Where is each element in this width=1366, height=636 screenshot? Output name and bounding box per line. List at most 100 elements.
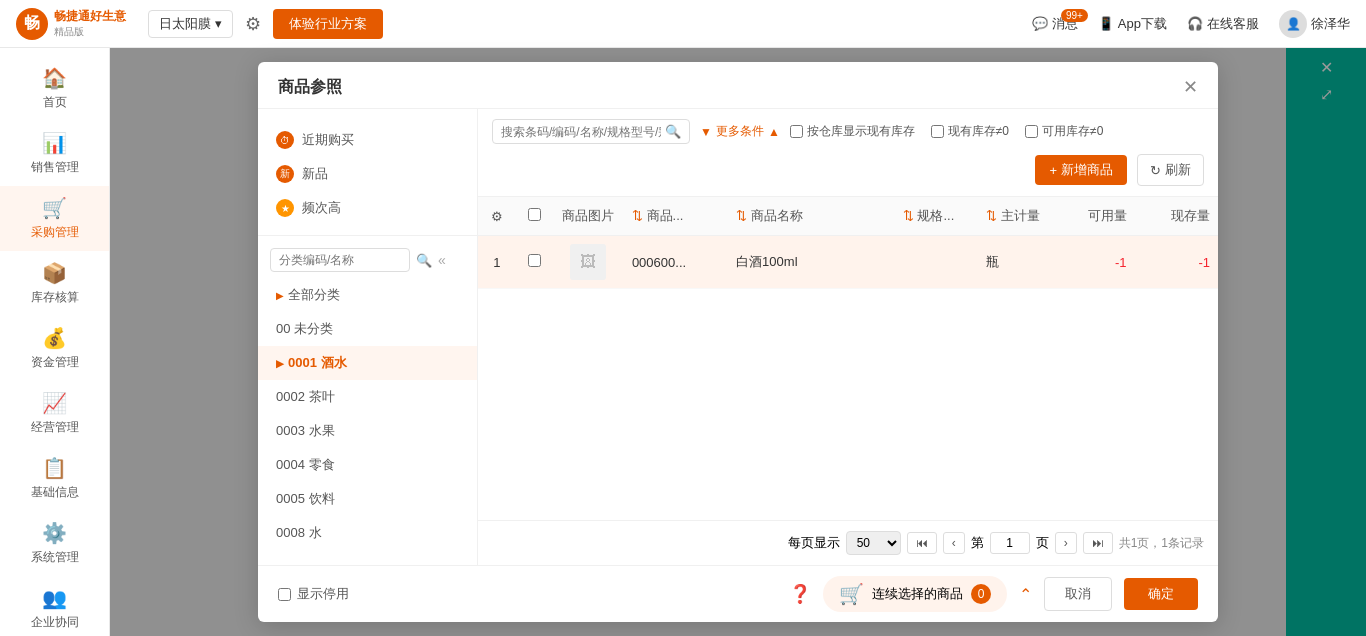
- checkbox-available-stock-input[interactable]: [1025, 125, 1038, 138]
- phone-icon: 📱: [1098, 16, 1114, 31]
- sidebar-item-corp[interactable]: 👥 企业协同: [0, 576, 109, 636]
- plus-icon: +: [1049, 163, 1057, 178]
- sidebar-item-basic[interactable]: 📋 基础信息: [0, 446, 109, 511]
- select-all-checkbox[interactable]: [528, 208, 541, 221]
- sort-icon: ⇅: [632, 208, 643, 223]
- col-checkbox-all[interactable]: [516, 197, 554, 236]
- sales-icon: 📊: [42, 131, 67, 155]
- product-table: ⚙ 商品图片: [478, 197, 1218, 289]
- toolbar: 🔍 ▼ 更多条件 ▲ 按仓库显示现有库存: [478, 109, 1218, 197]
- page-input[interactable]: [990, 532, 1030, 554]
- sidebar-item-purchase[interactable]: 🛒 采购管理: [0, 186, 109, 251]
- help-icon[interactable]: ❓: [789, 583, 811, 605]
- product-search-input[interactable]: [501, 125, 661, 139]
- app-download-nav[interactable]: 📱 App下载: [1098, 15, 1167, 33]
- refresh-btn[interactable]: ↻ 刷新: [1137, 154, 1204, 186]
- next-page-btn[interactable]: ›: [1055, 532, 1077, 554]
- checkbox-warehouse-input[interactable]: [790, 125, 803, 138]
- category-search-icon[interactable]: 🔍: [416, 253, 432, 268]
- cat-item-6[interactable]: 0008 水: [258, 516, 477, 550]
- sidebar-item-label: 基础信息: [31, 484, 79, 501]
- messages-nav[interactable]: 💬 消息 99+: [1032, 15, 1078, 33]
- search-icon[interactable]: 🔍: [665, 124, 681, 139]
- modal-close-btn[interactable]: ✕: [1183, 76, 1198, 98]
- product-search-box: 🔍: [492, 119, 690, 144]
- quick-item-new[interactable]: 新 新品: [258, 157, 477, 191]
- cart-area[interactable]: 🛒 连续选择的商品 0: [823, 576, 1007, 612]
- cat-item-all[interactable]: ▶ 全部分类: [258, 278, 477, 312]
- show-disabled-input[interactable]: [278, 588, 291, 601]
- col-avail-header: 可用量: [1051, 197, 1134, 236]
- sidebar-item-inventory[interactable]: 📦 库存核算: [0, 251, 109, 316]
- business-icon: 📈: [42, 391, 67, 415]
- prev-page-btn[interactable]: ‹: [943, 532, 965, 554]
- cat-item-0[interactable]: 00 未分类: [258, 312, 477, 346]
- row-checkbox[interactable]: [516, 236, 554, 289]
- col-settings[interactable]: ⚙: [478, 197, 516, 236]
- clock-icon: ⏱: [276, 131, 294, 149]
- cat-item-4[interactable]: 0004 零食: [258, 448, 477, 482]
- col-unit-header[interactable]: ⇅ 主计量: [978, 197, 1051, 236]
- modal-right-panel: 🔍 ▼ 更多条件 ▲ 按仓库显示现有库存: [478, 109, 1218, 565]
- add-product-btn[interactable]: + 新增商品: [1035, 155, 1127, 185]
- sidebar-item-finance[interactable]: 💰 资金管理: [0, 316, 109, 381]
- quick-item-recent[interactable]: ⏱ 近期购买: [258, 123, 477, 157]
- cat-item-3[interactable]: 0003 水果: [258, 414, 477, 448]
- logo-area: 畅 畅捷通好生意 精品版: [16, 8, 136, 40]
- star-icon: ★: [276, 199, 294, 217]
- row-img: 🖼: [553, 236, 624, 289]
- col-spec-header[interactable]: ⇅ 规格...: [895, 197, 978, 236]
- cancel-btn[interactable]: 取消: [1044, 577, 1112, 611]
- confirm-btn[interactable]: 确定: [1124, 578, 1198, 610]
- row-code: 000600...: [624, 236, 728, 289]
- sidebar: 🏠 首页 📊 销售管理 🛒 采购管理 📦 库存核算 💰 资金管理 📈 经营管理 …: [0, 48, 110, 636]
- first-page-btn[interactable]: ⏮: [907, 532, 937, 554]
- cat-item-5[interactable]: 0005 饮料: [258, 482, 477, 516]
- cat-item-7[interactable]: 0010 家电: [258, 550, 477, 555]
- top-nav: 畅 畅捷通好生意 精品版 日太阳膜 ▾ ⚙ 体验行业方案 💬 消息 99+ 📱 …: [0, 0, 1366, 48]
- col-code-header[interactable]: ⇅ 商品...: [624, 197, 728, 236]
- main-layout: 🏠 首页 📊 销售管理 🛒 采购管理 📦 库存核算 💰 资金管理 📈 经营管理 …: [0, 48, 1366, 636]
- cat-item-2[interactable]: 0002 茶叶: [258, 380, 477, 414]
- row-checkbox-input[interactable]: [528, 254, 541, 267]
- sidebar-item-system[interactable]: ⚙️ 系统管理: [0, 511, 109, 576]
- checkbox-current-stock[interactable]: 现有库存≠0: [931, 123, 1009, 140]
- sort-icon3: ⇅: [903, 208, 914, 223]
- page-unit: 页: [1036, 534, 1049, 552]
- sidebar-item-label: 资金管理: [31, 354, 79, 371]
- table-row[interactable]: 1 🖼 000600... 白酒100ml: [478, 236, 1218, 289]
- checkbox-current-stock-input[interactable]: [931, 125, 944, 138]
- chevron-right-active-icon: ▶: [276, 358, 284, 369]
- col-name-header[interactable]: ⇅ 商品名称: [728, 197, 895, 236]
- page-label: 第: [971, 534, 984, 552]
- user-avatar[interactable]: 👤 徐泽华: [1279, 10, 1350, 38]
- company-selector[interactable]: 日太阳膜 ▾: [148, 10, 233, 38]
- online-service-nav[interactable]: 🎧 在线客服: [1187, 15, 1259, 33]
- sidebar-item-sales[interactable]: 📊 销售管理: [0, 121, 109, 186]
- sidebar-item-home[interactable]: 🏠 首页: [0, 56, 109, 121]
- quick-item-frequent[interactable]: ★ 频次高: [258, 191, 477, 225]
- show-disabled-checkbox[interactable]: 显示停用: [278, 585, 349, 603]
- page-size-select[interactable]: 50 100: [846, 531, 901, 555]
- cart-collapse-btn[interactable]: ⌃: [1019, 585, 1032, 604]
- checkbox-available-stock[interactable]: 可用库存≠0: [1025, 123, 1103, 140]
- cat-item-1[interactable]: ▶ 0001 酒水: [258, 346, 477, 380]
- sort-icon2: ⇅: [736, 208, 747, 223]
- settings-icon[interactable]: ⚙: [245, 13, 261, 35]
- checkbox-warehouse[interactable]: 按仓库显示现有库存: [790, 123, 915, 140]
- cart-icon: 🛒: [839, 582, 864, 606]
- category-search-input[interactable]: [270, 248, 410, 272]
- filter-checkboxes: 按仓库显示现有库存 现有库存≠0 可用库存≠0: [790, 123, 1104, 140]
- product-image: 🖼: [570, 244, 606, 280]
- chevron-right-icon: ▶: [276, 290, 284, 301]
- cart-count: 0: [971, 584, 991, 604]
- sidebar-item-business[interactable]: 📈 经营管理: [0, 381, 109, 446]
- chevron-up-icon: ▲: [768, 125, 780, 139]
- last-page-btn[interactable]: ⏭: [1083, 532, 1113, 554]
- finance-icon: 💰: [42, 326, 67, 350]
- collapse-left-btn[interactable]: «: [438, 252, 446, 268]
- trial-btn[interactable]: 体验行业方案: [273, 9, 383, 39]
- total-info: 共1页，1条记录: [1119, 535, 1204, 552]
- message-icon: 💬: [1032, 16, 1048, 31]
- filter-btn[interactable]: ▼ 更多条件 ▲: [700, 123, 780, 140]
